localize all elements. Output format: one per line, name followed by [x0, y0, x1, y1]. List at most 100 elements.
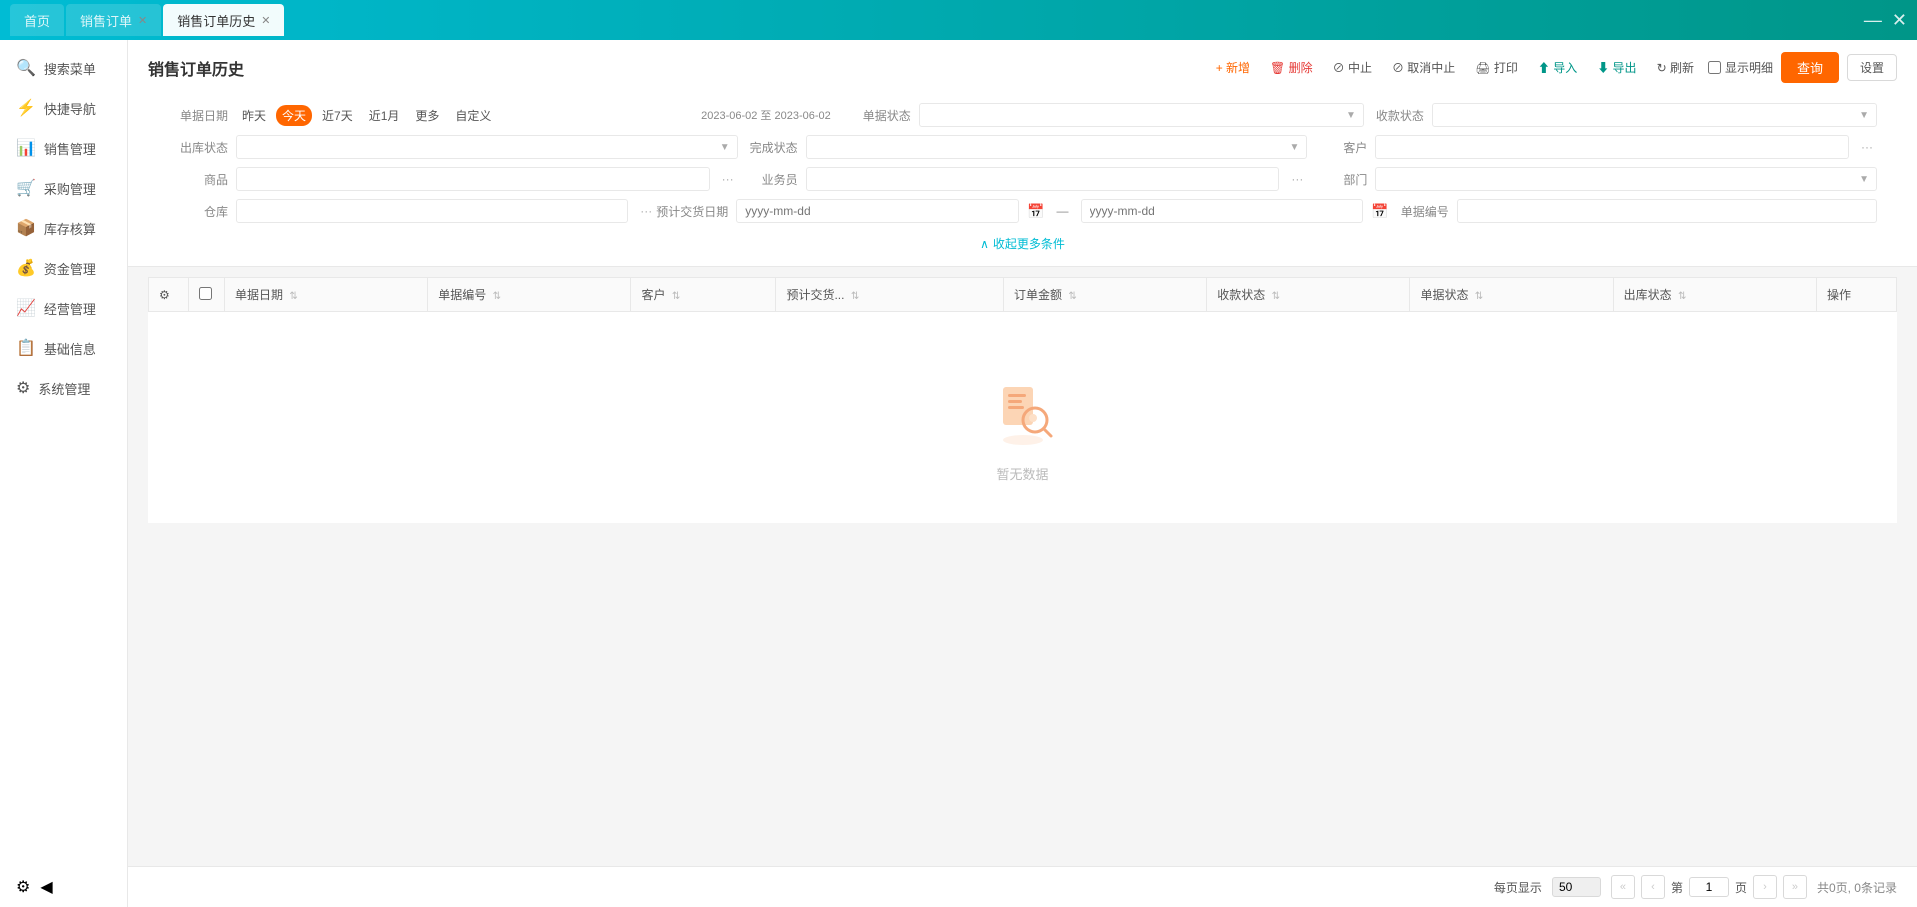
filter-row-4: 仓库 ··· 预计交货日期 📅 — 📅 单据编号	[168, 199, 1877, 223]
display-cols-toggle[interactable]: 显示明细	[1708, 59, 1773, 76]
expected-date-start-input[interactable]	[736, 199, 1019, 223]
th-customer-label: 客户	[641, 288, 665, 302]
sidebar-item-finance-label: 资金管理	[44, 259, 96, 278]
setting-button[interactable]: 设置	[1847, 54, 1897, 81]
inventory-icon: 📦	[16, 218, 36, 238]
status-select[interactable]	[919, 103, 1364, 127]
product-input[interactable]	[236, 167, 710, 191]
outstock-select[interactable]	[236, 135, 738, 159]
sidebar-item-purchase[interactable]: 🛒 采购管理	[0, 168, 127, 208]
table-header-row: ⚙ 单据日期 ⇅ 单据编号 ⇅ 客户 ⇅	[149, 278, 1897, 312]
expected-date-end-calendar-icon[interactable]: 📅	[1371, 203, 1388, 220]
payment-select[interactable]	[1432, 103, 1877, 127]
tab-home[interactable]: 首页	[10, 4, 64, 36]
prev-page-button[interactable]: ‹	[1641, 875, 1665, 899]
salesman-ellipsis[interactable]: ···	[1287, 172, 1307, 186]
th-customer-sort-icon[interactable]: ⇅	[672, 291, 680, 302]
last-page-button[interactable]: »	[1783, 875, 1807, 899]
refresh-button[interactable]: ↻ 刷新	[1651, 55, 1700, 80]
delete-button[interactable]: 🗑 删除	[1264, 55, 1319, 80]
th-payment-status-sort-icon[interactable]: ⇅	[1272, 291, 1280, 302]
th-amount-sort-icon[interactable]: ⇅	[1068, 291, 1076, 302]
th-order-no-sort-icon[interactable]: ⇅	[493, 291, 501, 302]
th-doc-status-label: 单据状态	[1420, 288, 1468, 302]
date-yesterday[interactable]: 昨天	[236, 105, 272, 126]
dept-select-wrap: ▼	[1375, 167, 1877, 191]
th-checkbox[interactable]	[189, 278, 225, 312]
page-size-select[interactable]: 20 50 100	[1552, 877, 1601, 897]
th-settings[interactable]: ⚙	[149, 278, 189, 312]
import-button[interactable]: ⬆ 导入	[1532, 55, 1583, 80]
dept-label: 部门	[1307, 171, 1367, 188]
table-body: 暂无数据	[149, 312, 1897, 524]
filter-row-3: 商品 ··· 业务员 ··· 部门 ▼	[168, 167, 1877, 191]
filter-item-customer: 客户 ···	[1307, 135, 1877, 159]
sidebar-settings-icon[interactable]: ⚙	[16, 877, 30, 897]
date-today[interactable]: 今天	[276, 105, 312, 126]
query-button[interactable]: 查询	[1781, 52, 1839, 83]
date-1month[interactable]: 近1月	[363, 105, 406, 126]
th-expected-delivery-sort-icon[interactable]: ⇅	[851, 291, 859, 302]
th-out-status-sort-icon[interactable]: ⇅	[1678, 291, 1686, 302]
purchase-icon: 🛒	[16, 178, 36, 198]
date-7days[interactable]: 近7天	[316, 105, 359, 126]
sidebar-bottom: ⚙ ◀	[0, 867, 127, 907]
customer-input[interactable]	[1375, 135, 1849, 159]
sidebar-item-quicknav[interactable]: ⚡ 快捷导航	[0, 88, 127, 128]
warehouse-input[interactable]	[236, 199, 628, 223]
date-custom[interactable]: 自定义	[449, 105, 497, 126]
dept-select[interactable]	[1375, 167, 1877, 191]
order-no-input[interactable]	[1457, 199, 1877, 223]
product-ellipsis[interactable]: ···	[718, 172, 738, 186]
print-button[interactable]: 🖨 打印	[1469, 55, 1524, 80]
display-cols-checkbox[interactable]	[1708, 61, 1721, 74]
empty-text: 暂无数据	[996, 464, 1048, 483]
topbar-minus-icon[interactable]: —	[1864, 10, 1882, 31]
collapse-up-icon: ∧	[980, 237, 989, 251]
select-all-checkbox[interactable]	[199, 287, 212, 300]
filter-item-payment: 收款状态 ▼	[1364, 103, 1877, 127]
tab-sales-order-history-close[interactable]: ✕	[261, 14, 270, 27]
sidebar-item-basic[interactable]: 📋 基础信息	[0, 328, 127, 368]
expected-date-start-calendar-icon[interactable]: 📅	[1027, 203, 1044, 220]
page-label-pre: 第	[1671, 879, 1683, 896]
sidebar-item-inventory-label: 库存核算	[44, 219, 96, 238]
sidebar-item-sales[interactable]: 📊 销售管理	[0, 128, 127, 168]
topbar-close-icon[interactable]: ✕	[1892, 10, 1907, 31]
cancel-stop-button[interactable]: ⊘ 取消中止	[1386, 55, 1461, 80]
customer-ellipsis[interactable]: ···	[1857, 140, 1877, 154]
add-button[interactable]: + 新增	[1210, 55, 1256, 80]
system-icon: ⚙	[16, 378, 30, 398]
sidebar-item-inventory[interactable]: 📦 库存核算	[0, 208, 127, 248]
warehouse-ellipsis[interactable]: ···	[636, 204, 656, 218]
sidebar-item-finance[interactable]: 💰 资金管理	[0, 248, 127, 288]
expected-date-end-input[interactable]	[1081, 199, 1364, 223]
th-date-sort-icon[interactable]: ⇅	[289, 291, 297, 302]
sidebar-item-search[interactable]: 🔍 搜索菜单	[0, 48, 127, 88]
sidebar-collapse-icon[interactable]: ◀	[40, 877, 52, 897]
tab-sales-order-history[interactable]: 销售订单历史 ✕	[163, 4, 284, 36]
tab-sales-order[interactable]: 销售订单 ✕	[66, 4, 161, 36]
date-more[interactable]: 更多	[409, 105, 445, 126]
th-doc-status-sort-icon[interactable]: ⇅	[1475, 291, 1483, 302]
expected-date-label: 预计交货日期	[656, 203, 728, 220]
filter-item-expected-date: 预计交货日期 📅 — 📅	[656, 199, 1388, 223]
sidebar-item-system[interactable]: ⚙ 系统管理	[0, 368, 127, 408]
complete-select-wrap: ▼	[806, 135, 1308, 159]
th-expected-delivery: 预计交货... ⇅	[776, 278, 1004, 312]
filter-item-dept: 部门 ▼	[1307, 167, 1877, 191]
tab-sales-order-close[interactable]: ✕	[138, 14, 147, 27]
export-button[interactable]: ⬇ 导出	[1591, 55, 1642, 80]
complete-select[interactable]	[806, 135, 1308, 159]
page-title-row: 销售订单历史 + 新增 🗑 删除 ⊘ 中止 ⊘ 取消中止 🖨 打印 ⬆ 导入 ⬇…	[148, 52, 1897, 83]
collapse-bar[interactable]: ∧ 收起更多条件	[168, 231, 1877, 256]
sidebar-item-operation[interactable]: 📈 经营管理	[0, 288, 127, 328]
date-label: 单据日期	[168, 107, 228, 124]
stop-button[interactable]: ⊘ 中止	[1327, 55, 1378, 80]
status-label: 单据状态	[851, 107, 911, 124]
first-page-button[interactable]: «	[1611, 875, 1635, 899]
date-range-display: 2023-06-02 至 2023-06-02	[701, 107, 831, 123]
next-page-button[interactable]: ›	[1753, 875, 1777, 899]
page-number-input[interactable]	[1689, 877, 1729, 897]
salesman-input[interactable]	[806, 167, 1280, 191]
